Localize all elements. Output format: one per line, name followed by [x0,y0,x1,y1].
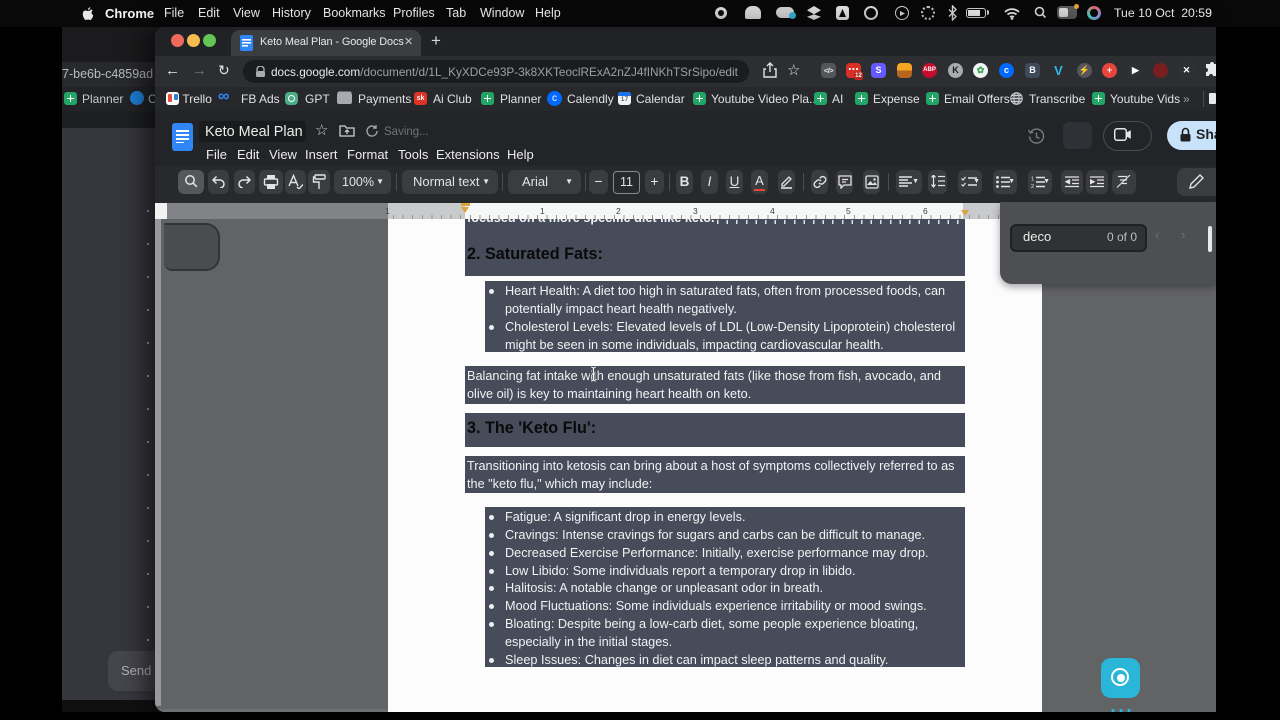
svg-text:1: 1 [1031,177,1034,183]
svg-text:2: 2 [1031,184,1034,188]
